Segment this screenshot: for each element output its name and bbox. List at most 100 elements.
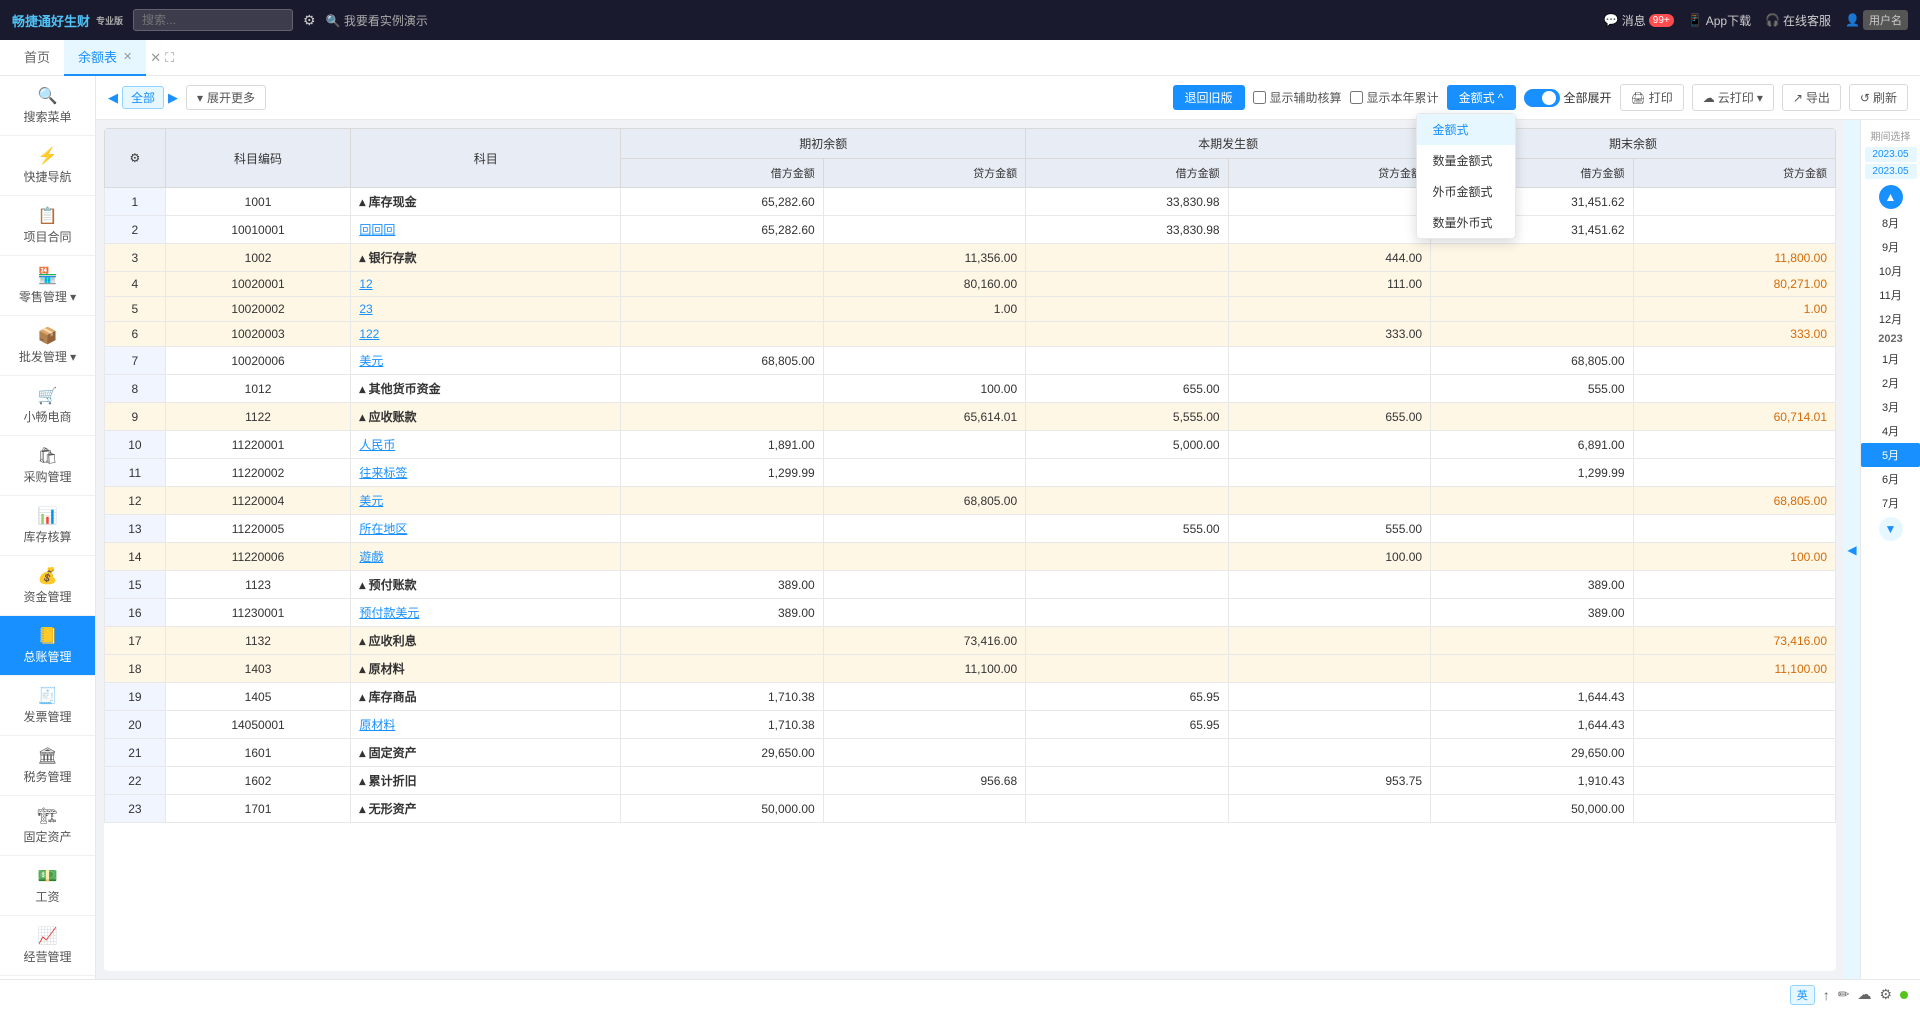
sidebar-item-retail[interactable]: 🏪 零售管理 ▾ bbox=[0, 256, 95, 316]
sidebar-item-inventory[interactable]: 📊 库存核算 bbox=[0, 496, 95, 556]
tab-balance-close[interactable]: ✕ bbox=[123, 50, 132, 63]
breadcrumb-left-arrow[interactable]: ◀ bbox=[108, 90, 118, 106]
scroll-up-btn[interactable]: ▲ bbox=[1879, 185, 1903, 209]
cell-subject[interactable]: ▴ 银行存款 bbox=[351, 244, 621, 272]
sidebar-item-assets[interactable]: 🏗 固定资产 bbox=[0, 796, 95, 856]
cell-seq: 23 bbox=[105, 795, 166, 823]
sidebar-item-payroll[interactable]: 💵 工资 bbox=[0, 856, 95, 916]
app-download-btn[interactable]: 📱 App下载 bbox=[1688, 12, 1751, 29]
return-old-btn[interactable]: 退回旧版 bbox=[1173, 85, 1245, 110]
sidebar-item-quicknav[interactable]: ⚡ 快捷导航 bbox=[0, 136, 95, 196]
purchase-icon: 🛍 bbox=[6, 446, 89, 466]
cell-subject[interactable]: 12 bbox=[351, 272, 621, 297]
sidebar-item-search[interactable]: 🔍 搜索菜单 bbox=[0, 76, 95, 136]
month-7[interactable]: 7月 bbox=[1861, 491, 1920, 515]
table-row: 151123▴ 预付账款389.00389.00 bbox=[105, 571, 1836, 599]
sidebar-item-ledger[interactable]: 📒 总账管理 bbox=[0, 616, 95, 676]
tab-maximize[interactable]: ⛶ bbox=[165, 50, 174, 66]
gear-icon[interactable]: ⚙ bbox=[303, 12, 316, 29]
tab-balance[interactable]: 余额表 ✕ bbox=[64, 40, 146, 76]
full-expand-toggle[interactable]: 全部展开 bbox=[1524, 89, 1612, 107]
export-btn[interactable]: ↗ 导出 bbox=[1782, 84, 1841, 111]
demo-link[interactable]: 🔍 我要看实例演示 bbox=[326, 12, 428, 29]
cloud-print-btn[interactable]: ☁ 云打印 ▾ bbox=[1692, 84, 1774, 111]
mode-option-qty-foreign[interactable]: 数量外币式 bbox=[1417, 207, 1515, 238]
online-service-btn[interactable]: 🎧 在线客服 bbox=[1765, 12, 1831, 29]
cloud-sync-btn[interactable]: ☁ bbox=[1857, 986, 1871, 1003]
cell-subject[interactable]: 预付款美元 bbox=[351, 599, 621, 627]
sidebar-item-invoice[interactable]: 🧾 发票管理 bbox=[0, 676, 95, 736]
cell-subject[interactable]: 往来标签 bbox=[351, 459, 621, 487]
cell-subject[interactable]: ▴ 原材料 bbox=[351, 655, 621, 683]
month-3[interactable]: 3月 bbox=[1861, 395, 1920, 419]
month-12[interactable]: 12月 bbox=[1861, 307, 1920, 331]
cell-subject[interactable]: 美元 bbox=[351, 347, 621, 375]
edit-btn[interactable]: ✏ bbox=[1838, 986, 1850, 1003]
cell-subject[interactable]: ▴ 库存商品 bbox=[351, 683, 621, 711]
cell-subject[interactable]: 122 bbox=[351, 322, 621, 347]
message-btn[interactable]: 💬 消息 99+ bbox=[1604, 12, 1674, 29]
cell-ob_debit bbox=[621, 627, 823, 655]
cell-subject[interactable]: 回回回 bbox=[351, 216, 621, 244]
mode-dropdown-btn[interactable]: 金额式 ^ bbox=[1447, 85, 1516, 110]
table-wrapper: ⚙ 科目编码 科目 期初余额 本期发生额 期末余额 借方金额 贷方金额 借方金额 bbox=[96, 120, 1920, 979]
month-9[interactable]: 9月 bbox=[1861, 235, 1920, 259]
cell-seq: 11 bbox=[105, 459, 166, 487]
cell-subject[interactable]: ▴ 累计折旧 bbox=[351, 767, 621, 795]
ytd-checkbox[interactable] bbox=[1350, 91, 1363, 104]
table-scroll[interactable]: ⚙ 科目编码 科目 期初余额 本期发生额 期末余额 借方金额 贷方金额 借方金额 bbox=[104, 128, 1836, 971]
sidebar-item-ecommerce[interactable]: 🛒 小畅电商 bbox=[0, 376, 95, 436]
cell-subject[interactable]: ▴ 其他货币资金 bbox=[351, 375, 621, 403]
collapse-panel-btn[interactable]: ◀ bbox=[1844, 120, 1860, 979]
toggle-switch[interactable] bbox=[1524, 89, 1560, 107]
user-avatar[interactable]: 👤 用户名 bbox=[1845, 10, 1908, 30]
cell-subject[interactable]: ▴ 固定资产 bbox=[351, 739, 621, 767]
cell-subject[interactable]: 人民币 bbox=[351, 431, 621, 459]
sidebar-item-wholesale[interactable]: 📦 批发管理 ▾ bbox=[0, 316, 95, 376]
sidebar-item-project[interactable]: 📋 项目合同 bbox=[0, 196, 95, 256]
aux-checkbox-label[interactable]: 显示辅助核算 bbox=[1253, 89, 1342, 106]
month-2[interactable]: 2月 bbox=[1861, 371, 1920, 395]
sidebar-item-purchase[interactable]: 🛍 采购管理 bbox=[0, 436, 95, 496]
mode-option-qty-amount[interactable]: 数量金额式 bbox=[1417, 145, 1515, 176]
sidebar-item-operations[interactable]: 📈 经营管理 bbox=[0, 916, 95, 976]
period-start[interactable]: 2023.05 bbox=[1865, 147, 1917, 162]
lang-btn[interactable]: 英 bbox=[1790, 985, 1815, 1005]
refresh-btn[interactable]: ↺ 刷新 bbox=[1849, 84, 1908, 111]
aux-checkbox[interactable] bbox=[1253, 91, 1266, 104]
month-11[interactable]: 11月 bbox=[1861, 283, 1920, 307]
cell-subject[interactable]: ▴ 预付账款 bbox=[351, 571, 621, 599]
cell-subject[interactable]: 23 bbox=[351, 297, 621, 322]
cell-subject[interactable]: 美元 bbox=[351, 487, 621, 515]
bottom-settings-btn[interactable]: ⚙ bbox=[1879, 986, 1892, 1003]
month-8[interactable]: 8月 bbox=[1861, 211, 1920, 235]
period-end[interactable]: 2023.05 bbox=[1865, 164, 1917, 179]
top-search-input[interactable] bbox=[133, 9, 293, 31]
tab-home[interactable]: 首页 bbox=[10, 40, 64, 76]
ytd-checkbox-label[interactable]: 显示本年累计 bbox=[1350, 89, 1439, 106]
expand-btn[interactable]: ▾ 展开更多 bbox=[186, 85, 266, 110]
scroll-top-btn[interactable]: ↑ bbox=[1823, 987, 1830, 1003]
month-4[interactable]: 4月 bbox=[1861, 419, 1920, 443]
mode-option-amount[interactable]: 金额式 bbox=[1417, 114, 1515, 145]
month-6[interactable]: 6月 bbox=[1861, 467, 1920, 491]
month-1[interactable]: 1月 bbox=[1861, 347, 1920, 371]
th-settings[interactable]: ⚙ bbox=[105, 129, 166, 188]
cell-subject[interactable]: ▴ 无形资产 bbox=[351, 795, 621, 823]
scroll-down-btn[interactable]: ▼ bbox=[1879, 517, 1903, 541]
month-5[interactable]: 5月 bbox=[1861, 443, 1920, 467]
cell-subject[interactable]: ▴ 应收利息 bbox=[351, 627, 621, 655]
tab-close-all[interactable]: ✕ bbox=[150, 50, 161, 66]
print-btn[interactable]: 🖨 打印 bbox=[1620, 84, 1684, 111]
mode-option-foreign-amount[interactable]: 外币金额式 bbox=[1417, 176, 1515, 207]
sidebar-item-capital[interactable]: 💰 资金管理 bbox=[0, 556, 95, 616]
cell-subject[interactable]: ▴ 应收账款 bbox=[351, 403, 621, 431]
cell-subject[interactable]: ▴ 库存现金 bbox=[351, 188, 621, 216]
breadcrumb-right-arrow[interactable]: ▶ bbox=[168, 90, 178, 106]
sidebar-item-tax[interactable]: 🏛 税务管理 bbox=[0, 736, 95, 796]
cell-subject[interactable]: 原材料 bbox=[351, 711, 621, 739]
mode-dropdown-label: 金额式 ^ bbox=[1459, 89, 1504, 106]
cell-subject[interactable]: 所在地区 bbox=[351, 515, 621, 543]
month-10[interactable]: 10月 bbox=[1861, 259, 1920, 283]
cell-subject[interactable]: 遊戲 bbox=[351, 543, 621, 571]
